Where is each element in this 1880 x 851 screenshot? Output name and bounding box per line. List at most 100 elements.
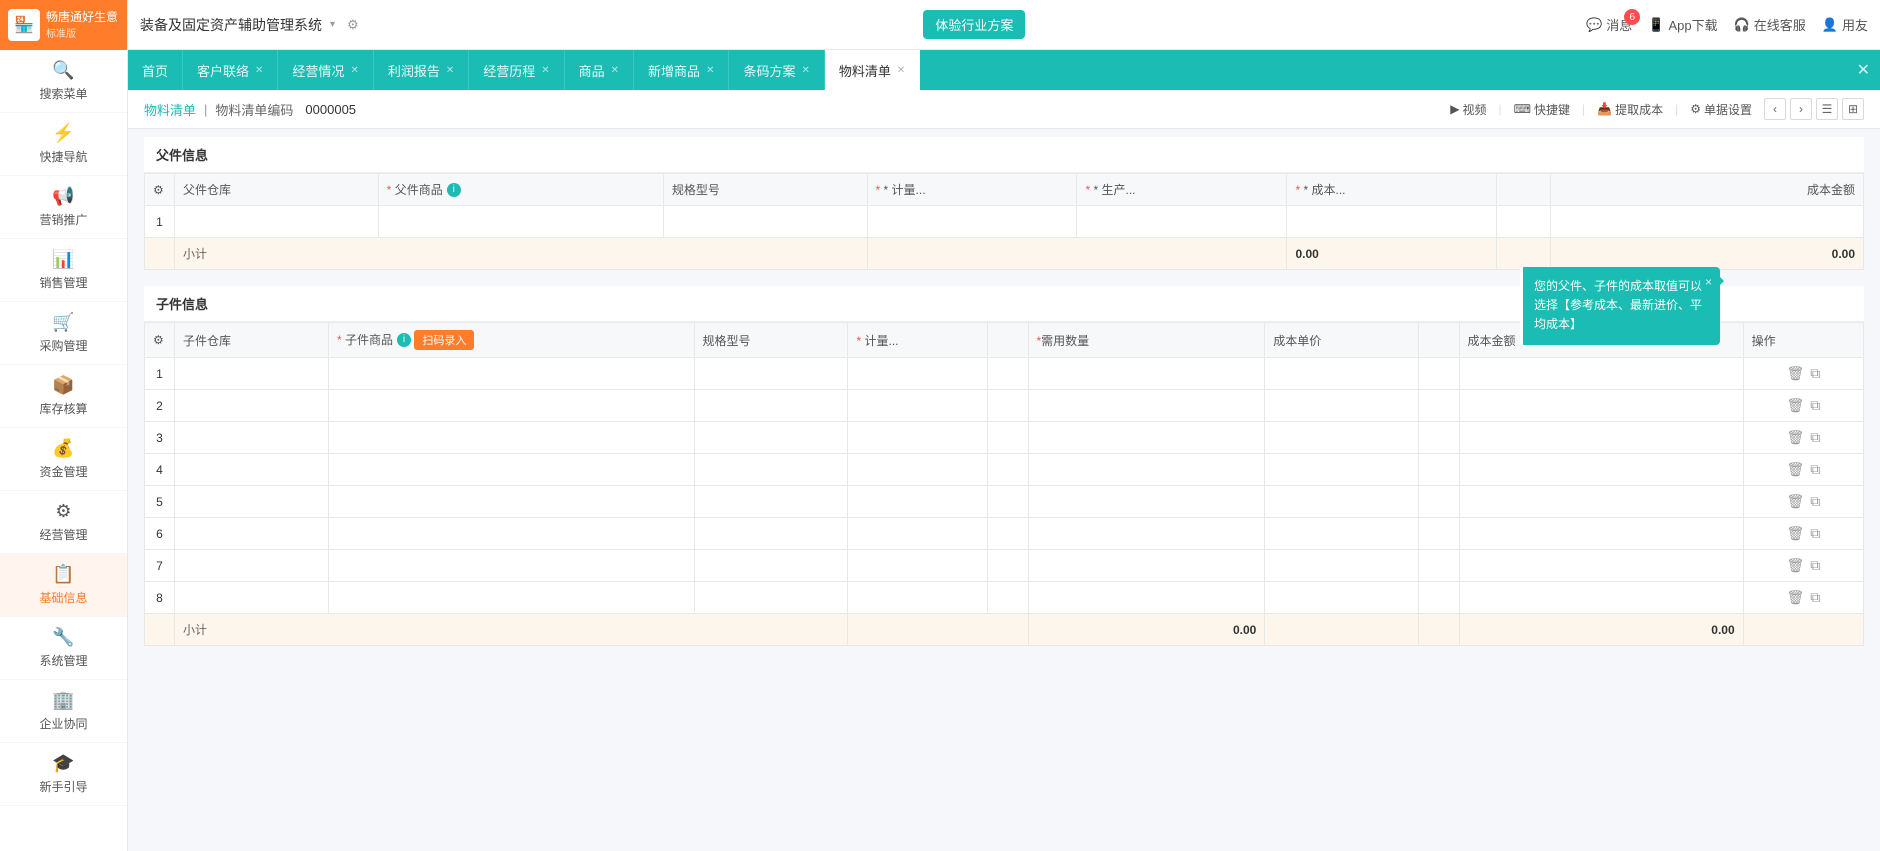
- child-row-1-warehouse[interactable]: [175, 358, 329, 390]
- child-row-2-spec[interactable]: [694, 390, 848, 422]
- child-row-1-needed[interactable]: [1028, 358, 1265, 390]
- child-row-5-goods[interactable]: [328, 486, 694, 518]
- child-row-4-unit[interactable]: [848, 454, 988, 486]
- sidebar-item-purchase[interactable]: 🛒 采购管理: [0, 302, 127, 365]
- child-row-5-unit-cost[interactable]: [1265, 486, 1419, 518]
- child-row-6-spec[interactable]: [694, 518, 848, 550]
- view-action[interactable]: ▶ 视频: [1450, 101, 1486, 118]
- child-row-8-spec[interactable]: [694, 582, 848, 614]
- sidebar-item-basic-info[interactable]: 📋 基础信息: [0, 554, 127, 617]
- sidebar-item-search[interactable]: 🔍 搜索菜单: [0, 50, 127, 113]
- child-row-7-needed[interactable]: [1028, 550, 1265, 582]
- tab-barcode[interactable]: 条码方案 ✕: [729, 50, 824, 90]
- tab-customer[interactable]: 客户联络 ✕: [183, 50, 278, 90]
- app-download-button[interactable]: 📱 App下载: [1648, 15, 1717, 34]
- sidebar-item-finance[interactable]: 💰 资金管理: [0, 428, 127, 491]
- tooltip-close-button[interactable]: ×: [1705, 273, 1712, 292]
- child-row-6-unit[interactable]: [848, 518, 988, 550]
- scan-input-button[interactable]: 扫码录入: [414, 330, 474, 350]
- copy-icon-2[interactable]: ⧉: [1810, 397, 1820, 414]
- child-row-4-goods[interactable]: [328, 454, 694, 486]
- copy-icon-7[interactable]: ⧉: [1810, 557, 1820, 574]
- child-row-1-spec[interactable]: [694, 358, 848, 390]
- child-row-7-goods[interactable]: [328, 550, 694, 582]
- system-title-arrow[interactable]: ▾: [330, 19, 335, 30]
- child-goods-info-icon[interactable]: i: [397, 333, 411, 347]
- child-row-4-spec[interactable]: [694, 454, 848, 486]
- sidebar-item-quick-nav[interactable]: ⚡ 快捷导航: [0, 113, 127, 176]
- next-page-btn[interactable]: ›: [1790, 98, 1812, 120]
- child-row-2-needed[interactable]: [1028, 390, 1265, 422]
- child-row-7-spec[interactable]: [694, 550, 848, 582]
- copy-icon-3[interactable]: ⧉: [1810, 429, 1820, 446]
- sidebar-item-enterprise[interactable]: 🏢 企业协同: [0, 680, 127, 743]
- child-row-3-unit-cost[interactable]: [1265, 422, 1419, 454]
- child-row-3-needed[interactable]: [1028, 422, 1265, 454]
- copy-icon-1[interactable]: ⧉: [1810, 365, 1820, 382]
- child-row-8-warehouse[interactable]: [175, 582, 329, 614]
- tab-goods-close[interactable]: ✕: [611, 65, 619, 76]
- child-row-7-unit[interactable]: [848, 550, 988, 582]
- sidebar-item-sales[interactable]: 📊 销售管理: [0, 239, 127, 302]
- tab-operations-close[interactable]: ✕: [350, 65, 358, 76]
- user-button[interactable]: 👤 用友: [1822, 15, 1868, 34]
- tab-barcode-close[interactable]: ✕: [801, 65, 809, 76]
- child-row-8-unit[interactable]: [848, 582, 988, 614]
- delete-icon-1[interactable]: 🗑: [1786, 365, 1804, 382]
- parent-row-1-production[interactable]: [1077, 206, 1287, 238]
- child-row-2-goods[interactable]: [328, 390, 694, 422]
- child-row-7-warehouse[interactable]: [175, 550, 329, 582]
- child-row-1-unit[interactable]: [848, 358, 988, 390]
- child-row-5-warehouse[interactable]: [175, 486, 329, 518]
- delete-icon-6[interactable]: 🗑: [1786, 525, 1804, 542]
- tab-profit-close[interactable]: ✕: [446, 65, 454, 76]
- close-all-tabs[interactable]: ✕: [1847, 50, 1880, 90]
- sidebar-item-guide[interactable]: 🎓 新手引导: [0, 743, 127, 806]
- extract-cost-action[interactable]: 📥 提取成本: [1597, 101, 1663, 118]
- sidebar-item-operations[interactable]: ⚙ 经营管理: [0, 491, 127, 554]
- tab-new-goods[interactable]: 新增商品 ✕: [634, 50, 729, 90]
- parent-row-1-unit[interactable]: [867, 206, 1077, 238]
- child-row-3-warehouse[interactable]: [175, 422, 329, 454]
- child-row-1-goods[interactable]: [328, 358, 694, 390]
- try-industry-button[interactable]: 体验行业方案: [923, 10, 1025, 39]
- shortcut-action[interactable]: ⌨ 快捷键: [1514, 101, 1570, 118]
- prev-page-btn[interactable]: ‹: [1764, 98, 1786, 120]
- tab-bom-close[interactable]: ✕: [897, 65, 905, 76]
- copy-icon-4[interactable]: ⧉: [1810, 461, 1820, 478]
- child-row-8-needed[interactable]: [1028, 582, 1265, 614]
- delete-icon-5[interactable]: 🗑: [1786, 493, 1804, 510]
- delete-icon-4[interactable]: 🗑: [1786, 461, 1804, 478]
- child-row-2-warehouse[interactable]: [175, 390, 329, 422]
- child-row-5-needed[interactable]: [1028, 486, 1265, 518]
- child-row-3-unit[interactable]: [848, 422, 988, 454]
- child-row-4-needed[interactable]: [1028, 454, 1265, 486]
- child-row-6-warehouse[interactable]: [175, 518, 329, 550]
- copy-icon-8[interactable]: ⧉: [1810, 589, 1820, 606]
- delete-icon-2[interactable]: 🗑: [1786, 397, 1804, 414]
- tab-customer-close[interactable]: ✕: [255, 65, 263, 76]
- child-row-2-unit-cost[interactable]: [1265, 390, 1419, 422]
- tab-history[interactable]: 经营历程 ✕: [469, 50, 564, 90]
- tab-bom[interactable]: 物料清单 ✕: [825, 50, 920, 90]
- child-row-5-spec[interactable]: [694, 486, 848, 518]
- child-row-8-unit-cost[interactable]: [1265, 582, 1419, 614]
- online-service-button[interactable]: 🎧 在线客服: [1734, 15, 1806, 34]
- list-view-btn[interactable]: ☰: [1816, 98, 1838, 120]
- child-row-4-warehouse[interactable]: [175, 454, 329, 486]
- tab-new-goods-close[interactable]: ✕: [706, 65, 714, 76]
- tab-history-close[interactable]: ✕: [541, 65, 549, 76]
- parent-row-1-spec[interactable]: [663, 206, 867, 238]
- child-row-3-goods[interactable]: [328, 422, 694, 454]
- child-row-3-spec[interactable]: [694, 422, 848, 454]
- child-row-4-unit-cost[interactable]: [1265, 454, 1419, 486]
- tab-operations[interactable]: 经营情况 ✕: [278, 50, 373, 90]
- child-row-2-unit[interactable]: [848, 390, 988, 422]
- parent-row-1-cost[interactable]: [1287, 206, 1497, 238]
- sidebar-item-marketing[interactable]: 📢 营销推广: [0, 176, 127, 239]
- delete-icon-3[interactable]: 🗑: [1786, 429, 1804, 446]
- tab-goods[interactable]: 商品 ✕: [565, 50, 634, 90]
- child-row-5-unit[interactable]: [848, 486, 988, 518]
- delete-icon-8[interactable]: 🗑: [1786, 589, 1804, 606]
- parent-goods-info-icon[interactable]: i: [447, 183, 461, 197]
